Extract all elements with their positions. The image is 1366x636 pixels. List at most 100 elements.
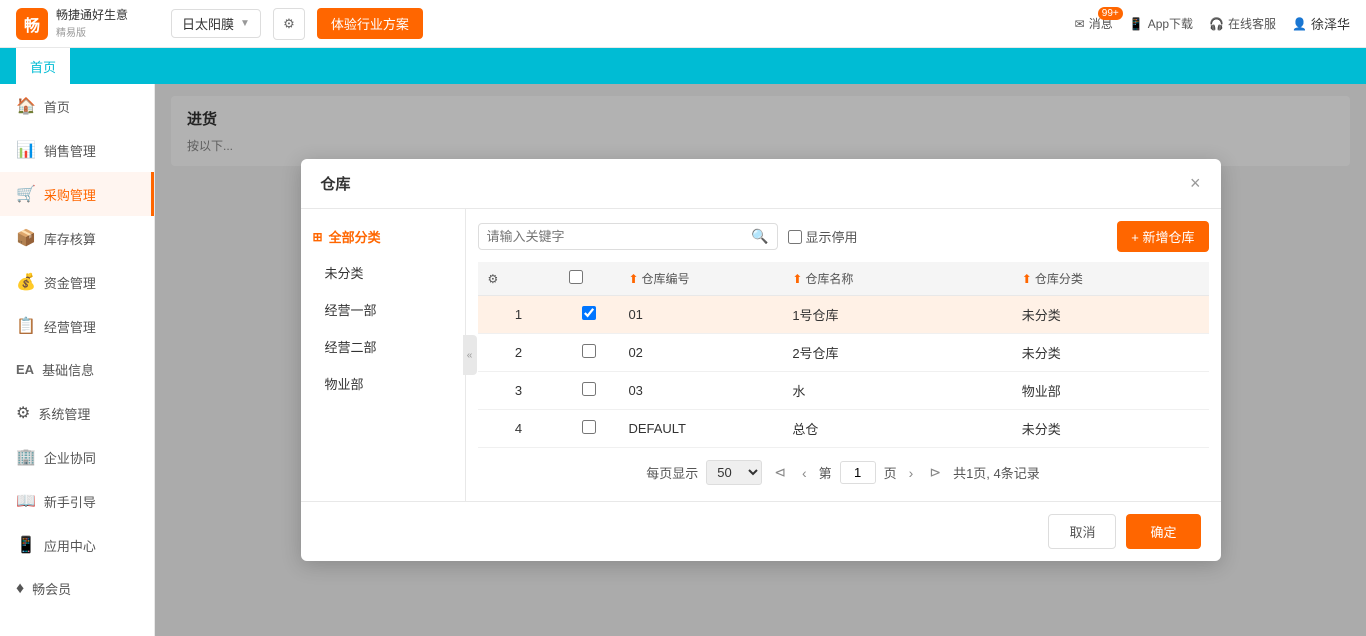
sidebar-item-member[interactable]: ♦ 畅会员 [0, 567, 154, 610]
cell-name: 水 [782, 372, 1011, 410]
sidebar-label-guide: 新手引导 [44, 492, 96, 511]
next-page-button[interactable]: › [905, 463, 918, 483]
nav-tab-home[interactable]: 首页 [16, 48, 70, 84]
cell-check [559, 296, 618, 334]
category-all[interactable]: ⊞ 全部分类 [301, 219, 465, 254]
app-sub: 精易版 [56, 24, 128, 39]
search-input[interactable] [487, 229, 746, 244]
confirm-button[interactable]: 确定 [1126, 514, 1200, 549]
category-item-3[interactable]: 物业部 [301, 365, 465, 402]
main-layout: 🏠 首页 📊 销售管理 🛒 采购管理 📦 库存核算 💰 资金管理 📋 经营管理 … [0, 84, 1366, 636]
message-item[interactable]: ✉ 消息 99+ [1075, 15, 1113, 32]
sidebar-item-inventory[interactable]: 📦 库存核算 [0, 216, 154, 260]
warehouse-modal: 仓库 × ⊞ 全部分类 未分类 经营一 [301, 159, 1221, 561]
store-name: 日太阳膜 [182, 14, 234, 33]
sidebar-item-finance[interactable]: 💰 资金管理 [0, 260, 154, 304]
sidebar-label-member: 畅会员 [32, 579, 71, 598]
modal-footer: 取消 确定 [301, 501, 1221, 561]
table-row: 3 03 水 物业部 [478, 372, 1209, 410]
category-label-3: 物业部 [325, 377, 364, 392]
sidebar-item-guide[interactable]: 📖 新手引导 [0, 479, 154, 523]
sidebar-label-basic: 基础信息 [42, 360, 94, 379]
sidebar-item-operation[interactable]: 📋 经营管理 [0, 304, 154, 348]
th-category: ⬆仓库分类 [1012, 262, 1209, 296]
table-toolbar: 🔍 显示停用 + 新增仓库 [478, 221, 1209, 252]
sidebar-label-inventory: 库存核算 [44, 229, 96, 248]
cell-code: DEFAULT [618, 410, 782, 448]
sidebar-item-basic[interactable]: EA 基础信息 [0, 348, 154, 391]
settings-col-icon: ⚙ [488, 272, 499, 286]
cell-num: 1 [478, 296, 560, 334]
category-label-2: 经营二部 [325, 340, 377, 355]
row-checkbox[interactable] [582, 382, 596, 396]
row-checkbox[interactable] [582, 344, 596, 358]
sidebar-label-apps: 应用中心 [44, 536, 96, 555]
guide-icon: 📖 [16, 491, 36, 511]
finance-icon: 💰 [16, 272, 36, 292]
operation-icon: 📋 [16, 316, 36, 336]
warehouse-table: ⚙ ⬆仓库编号 ⬆仓库名称 ⬆仓库分类 [478, 262, 1209, 448]
store-selector[interactable]: 日太阳膜 ▼ [171, 9, 261, 38]
enterprise-icon: 🏢 [16, 447, 36, 467]
sidebar-label-system: 系统管理 [38, 404, 90, 423]
system-icon: ⚙ [16, 403, 30, 423]
headset-icon: 🎧 [1209, 17, 1224, 31]
app-name: 畅捷通好生意 [56, 8, 128, 24]
sidebar-label-finance: 资金管理 [44, 273, 96, 292]
sidebar-item-enterprise[interactable]: 🏢 企业协同 [0, 435, 154, 479]
cell-num: 3 [478, 372, 560, 410]
sidebar-item-sales[interactable]: 📊 销售管理 [0, 128, 154, 172]
sidebar-item-purchase[interactable]: 🛒 采购管理 [0, 172, 154, 216]
table-row: 4 DEFAULT 总仓 未分类 [478, 410, 1209, 448]
show-disabled-text: 显示停用 [806, 227, 858, 246]
sidebar-item-system[interactable]: ⚙ 系统管理 [0, 391, 154, 435]
th-code: ⬆仓库编号 [618, 262, 782, 296]
logo-text-area: 畅捷通好生意 精易版 [56, 8, 128, 39]
per-page-select[interactable]: 50 20 100 [706, 460, 762, 485]
sales-icon: 📊 [16, 140, 36, 160]
cancel-button[interactable]: 取消 [1048, 514, 1116, 549]
settings-button[interactable]: ⚙ [273, 8, 305, 40]
sidebar-label-operation: 经营管理 [44, 317, 96, 336]
purchase-icon: 🛒 [16, 184, 36, 204]
show-disabled-label[interactable]: 显示停用 [788, 227, 858, 246]
message-icon: ✉ [1075, 17, 1085, 31]
sidebar-label-enterprise: 企业协同 [44, 448, 96, 467]
user-item[interactable]: 👤 徐泽华 [1292, 14, 1350, 33]
sort-icon-cat: ⬆ [1022, 272, 1032, 286]
row-checkbox[interactable] [582, 306, 596, 320]
row-checkbox[interactable] [582, 420, 596, 434]
last-page-button[interactable]: ⊳ [925, 462, 945, 483]
total-pages-label: 共1页, 4条记录 [953, 463, 1040, 482]
search-box: 🔍 [478, 223, 778, 250]
online-service-item[interactable]: 🎧 在线客服 [1209, 15, 1276, 32]
table-header-row: ⚙ ⬆仓库编号 ⬆仓库名称 ⬆仓库分类 [478, 262, 1209, 296]
top-header: 畅 畅捷通好生意 精易版 日太阳膜 ▼ ⚙ 体验行业方案 ✉ 消息 99+ 📱 … [0, 0, 1366, 48]
show-disabled-checkbox[interactable] [788, 230, 802, 244]
trial-button[interactable]: 体验行业方案 [317, 8, 423, 39]
category-label-1: 经营一部 [325, 303, 377, 318]
grid-icon: ⊞ [313, 230, 323, 244]
sidebar-item-home[interactable]: 🏠 首页 [0, 84, 154, 128]
modal-close-button[interactable]: × [1190, 173, 1201, 194]
category-item-0[interactable]: 未分类 [301, 254, 465, 291]
cell-code: 01 [618, 296, 782, 334]
sidebar-item-apps[interactable]: 📱 应用中心 [0, 523, 154, 567]
member-icon: ♦ [16, 580, 24, 598]
store-arrow-icon: ▼ [240, 18, 250, 29]
category-collapse-button[interactable]: « [463, 335, 477, 375]
page-label: 第 [819, 463, 832, 482]
new-warehouse-button[interactable]: + 新增仓库 [1117, 221, 1208, 252]
cell-category: 未分类 [1012, 410, 1209, 448]
select-all-checkbox[interactable] [569, 270, 583, 284]
category-sidebar: ⊞ 全部分类 未分类 经营一部 经营二部 物业部 [301, 209, 466, 501]
prev-page-button[interactable]: ‹ [798, 463, 811, 483]
first-page-button[interactable]: ⊲ [770, 462, 790, 483]
category-item-2[interactable]: 经营二部 [301, 328, 465, 365]
online-service-label: 在线客服 [1228, 15, 1276, 32]
page-number-input[interactable] [840, 461, 876, 484]
th-name: ⬆仓库名称 [782, 262, 1011, 296]
category-item-1[interactable]: 经营一部 [301, 291, 465, 328]
app-download-item[interactable]: 📱 App下载 [1129, 15, 1193, 32]
cell-category: 未分类 [1012, 334, 1209, 372]
